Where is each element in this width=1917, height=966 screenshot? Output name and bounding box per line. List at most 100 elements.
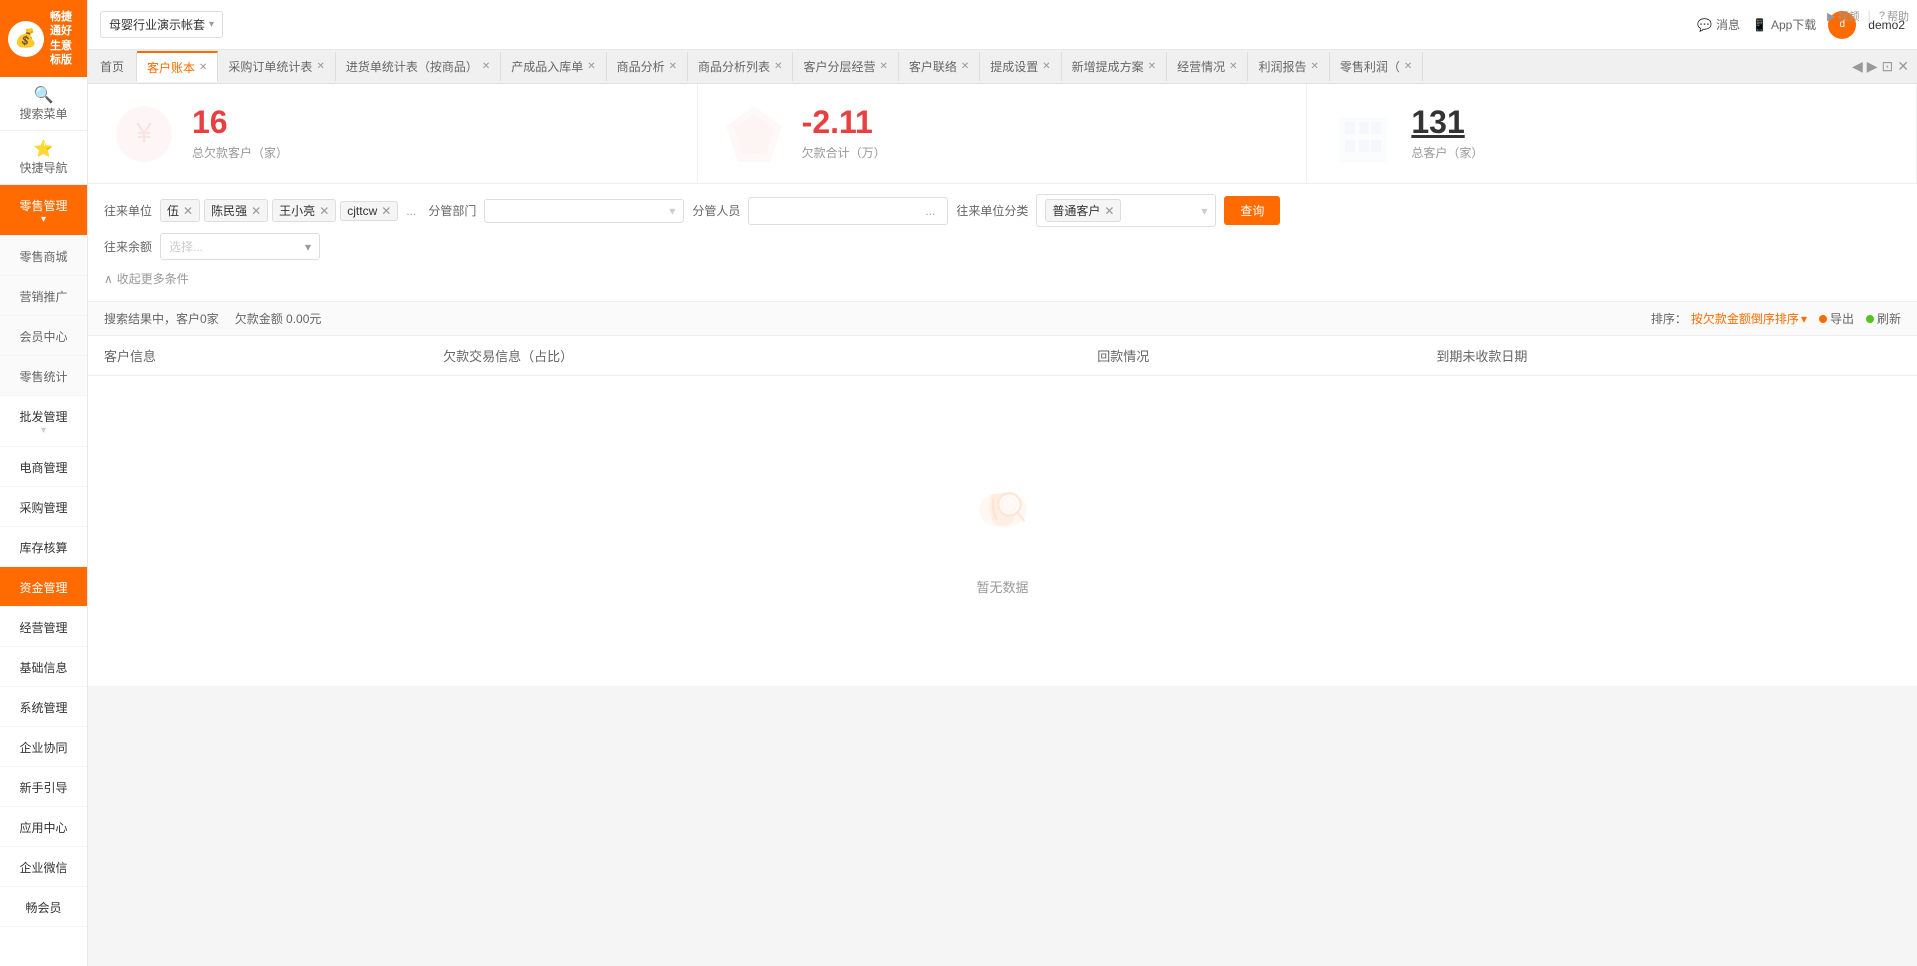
collapse-button[interactable]: ∧ 收起更多条件 (104, 266, 1901, 291)
stat-label-debt-customers: 总欠款客户（家） (192, 144, 288, 161)
tab-close-icon[interactable]: ✕ (1042, 61, 1050, 72)
chevron-down-icon: ▾ (1801, 312, 1807, 326)
tab-purchase-order-stats[interactable]: 采购订单统计表 ✕ (218, 52, 335, 81)
filter-tag-chen: 陈民强 ✕ (204, 199, 268, 222)
refresh-label: 刷新 (1877, 310, 1901, 327)
person-dropdown[interactable]: ... (748, 197, 948, 225)
tag-remove-icon[interactable]: ✕ (1104, 204, 1114, 218)
app-download-label: App下载 (1771, 16, 1816, 33)
tab-retail-profit[interactable]: 零售利润（ ✕ (1330, 52, 1423, 81)
tab-inbound-stats[interactable]: 进货单统计表（按商品） ✕ (336, 52, 501, 81)
tag-remove-icon[interactable]: ✕ (183, 204, 193, 218)
sidebar-item-basic-info[interactable]: 基础信息 (0, 647, 87, 687)
tab-close-icon[interactable]: ✕ (669, 61, 677, 72)
sidebar-item-member[interactable]: 会员中心 (0, 316, 87, 356)
tag-remove-icon[interactable]: ✕ (251, 204, 261, 218)
tab-close-icon[interactable]: ✕ (1229, 61, 1237, 72)
sidebar-item-vip[interactable]: 畅会员 (0, 887, 87, 927)
tab-accounts-receivable[interactable]: 客户账本 ✕ (137, 51, 218, 82)
tab-close-icon[interactable]: ✕ (774, 61, 782, 72)
sidebar-item-quick[interactable]: ⭐ 快捷导航 (0, 131, 87, 185)
sidebar-item-retail-mall[interactable]: 零售商城 (0, 236, 87, 276)
tag-remove-icon[interactable]: ✕ (319, 204, 329, 218)
tab-product-inbound[interactable]: 产成品入库单 ✕ (501, 52, 606, 81)
stat-card-total-debt: -2.11 欠款合计（万） (698, 84, 1308, 183)
tab-close-all-button[interactable]: ✕ (1897, 58, 1909, 75)
tab-expand-button[interactable]: ⊡ (1882, 58, 1894, 75)
main-content: 母婴行业演示帐套 ▾ 💬 消息 📱 App下载 d demo2 首页 (88, 0, 1917, 966)
sidebar-item-retail[interactable]: 零售管理 ▾ (0, 185, 87, 236)
chevron-down-icon: ▾ (305, 240, 311, 254)
stat-info-2: -2.11 欠款合计（万） (802, 106, 886, 161)
tab-close-icon[interactable]: ✕ (1404, 61, 1412, 72)
stat-card-debt-customers: ¥ 16 总欠款客户（家） (88, 84, 698, 183)
dept-filter-label: 分管部门 (428, 202, 476, 219)
message-button[interactable]: 💬 消息 (1697, 16, 1740, 33)
sidebar-item-wholesale[interactable]: 批发管理 ▾ (0, 396, 87, 447)
tab-promotion-settings[interactable]: 提成设置 ✕ (980, 52, 1061, 81)
tab-next-button[interactable]: ▶ (1867, 58, 1878, 75)
tab-profit-report[interactable]: 利润报告 ✕ (1248, 52, 1329, 81)
person-more-button[interactable]: ... (921, 202, 939, 220)
sidebar-nav: 零售管理 ▾ 零售商城 营销推广 会员中心 零售统计 批发管理 ▾ 电商管理 (0, 185, 87, 966)
empty-state-icon (963, 466, 1043, 565)
sidebar-item-enterprise[interactable]: 企业协同 (0, 727, 87, 767)
unit-type-dropdown[interactable]: 普通客户 ✕ ▾ (1036, 194, 1216, 227)
tab-close-icon[interactable]: ✕ (587, 61, 595, 72)
sidebar-item-operations[interactable]: 经营管理 (0, 607, 87, 647)
balance-dropdown[interactable]: 选择... ▾ (160, 233, 320, 260)
sidebar-item-ecommerce[interactable]: 电商管理 (0, 447, 87, 487)
sidebar-item-retail-stats[interactable]: 零售统计 (0, 356, 87, 396)
sidebar-item-finance[interactable]: 资金管理 (0, 567, 87, 607)
tab-customer-tier[interactable]: 客户分层经营 ✕ (793, 52, 898, 81)
refresh-button[interactable]: 刷新 (1866, 310, 1901, 327)
chevron-down-icon: ▾ (669, 204, 675, 218)
sort-dropdown[interactable]: 按欠款金额倒序排序 ▾ (1691, 310, 1807, 327)
export-button[interactable]: 导出 (1819, 310, 1854, 327)
stat-value-debt-customers: 16 (192, 106, 288, 138)
tab-close-icon[interactable]: ✕ (316, 61, 324, 72)
account-dropdown[interactable]: 母婴行业演示帐套 ▾ (100, 11, 223, 38)
filter-more-button[interactable]: ... (402, 202, 420, 220)
tab-close-icon[interactable]: ✕ (1311, 61, 1319, 72)
tab-close-icon[interactable]: ✕ (482, 61, 490, 72)
tab-home[interactable]: 首页 (88, 52, 137, 81)
search-result-text: 搜索结果中，客户0家 (104, 310, 219, 327)
tab-prev-button[interactable]: ◀ (1852, 58, 1863, 75)
sidebar-item-app-center[interactable]: 应用中心 (0, 807, 87, 847)
tab-close-icon[interactable]: ✕ (879, 61, 887, 72)
stat-value-total-customers: 131 (1411, 106, 1483, 138)
tag-text: cjttcw (347, 204, 377, 218)
sidebar-item-newbie[interactable]: 新手引导 (0, 767, 87, 807)
sidebar-item-search[interactable]: 🔍 搜索菜单 (0, 77, 87, 131)
sidebar-item-system[interactable]: 系统管理 (0, 687, 87, 727)
app-download-button[interactable]: 📱 App下载 (1752, 16, 1816, 33)
sidebar-item-purchase[interactable]: 采购管理 (0, 487, 87, 527)
tab-business-status[interactable]: 经营情况 ✕ (1167, 52, 1248, 81)
sidebar-item-marketing[interactable]: 营销推广 (0, 276, 87, 316)
query-button[interactable]: 查询 (1224, 196, 1280, 225)
tab-product-analysis[interactable]: 商品分析 ✕ (607, 52, 688, 81)
tab-product-analysis-list[interactable]: 商品分析列表 ✕ (688, 52, 793, 81)
tab-close-icon[interactable]: ✕ (961, 61, 969, 72)
filter-row-2: 往来余额 选择... ▾ (104, 233, 1901, 260)
collapse-label: 收起更多条件 (117, 270, 189, 287)
stat-info-3: 131 总客户（家） (1411, 106, 1483, 161)
tab-close-icon[interactable]: ✕ (1148, 61, 1156, 72)
chevron-down-icon: ▾ (209, 19, 214, 30)
table-body: 暂无数据 (88, 376, 1917, 687)
stats-row: ¥ 16 总欠款客户（家） (88, 84, 1917, 184)
tag-remove-icon[interactable]: ✕ (381, 204, 391, 218)
tag-text: 伍 (167, 202, 179, 219)
sidebar-item-enterprise-wechat[interactable]: 企业微信 (0, 847, 87, 887)
sidebar-search-label: 搜索菜单 (0, 105, 87, 122)
tab-new-promotion[interactable]: 新增提成方案 ✕ (1062, 52, 1167, 81)
tab-close-icon[interactable]: ✕ (199, 62, 207, 73)
tab-customer-contact[interactable]: 客户联络 ✕ (899, 52, 980, 81)
balance-filter-label: 往来余额 (104, 238, 152, 255)
dept-dropdown[interactable]: ▾ (484, 199, 684, 223)
filter-tag-normal-customer: 普通客户 ✕ (1045, 199, 1121, 222)
sidebar-item-inventory[interactable]: 库存核算 (0, 527, 87, 567)
col-debt-info: 欠款交易信息（占比） (427, 336, 1081, 376)
download-icon: 📱 (1752, 18, 1767, 32)
